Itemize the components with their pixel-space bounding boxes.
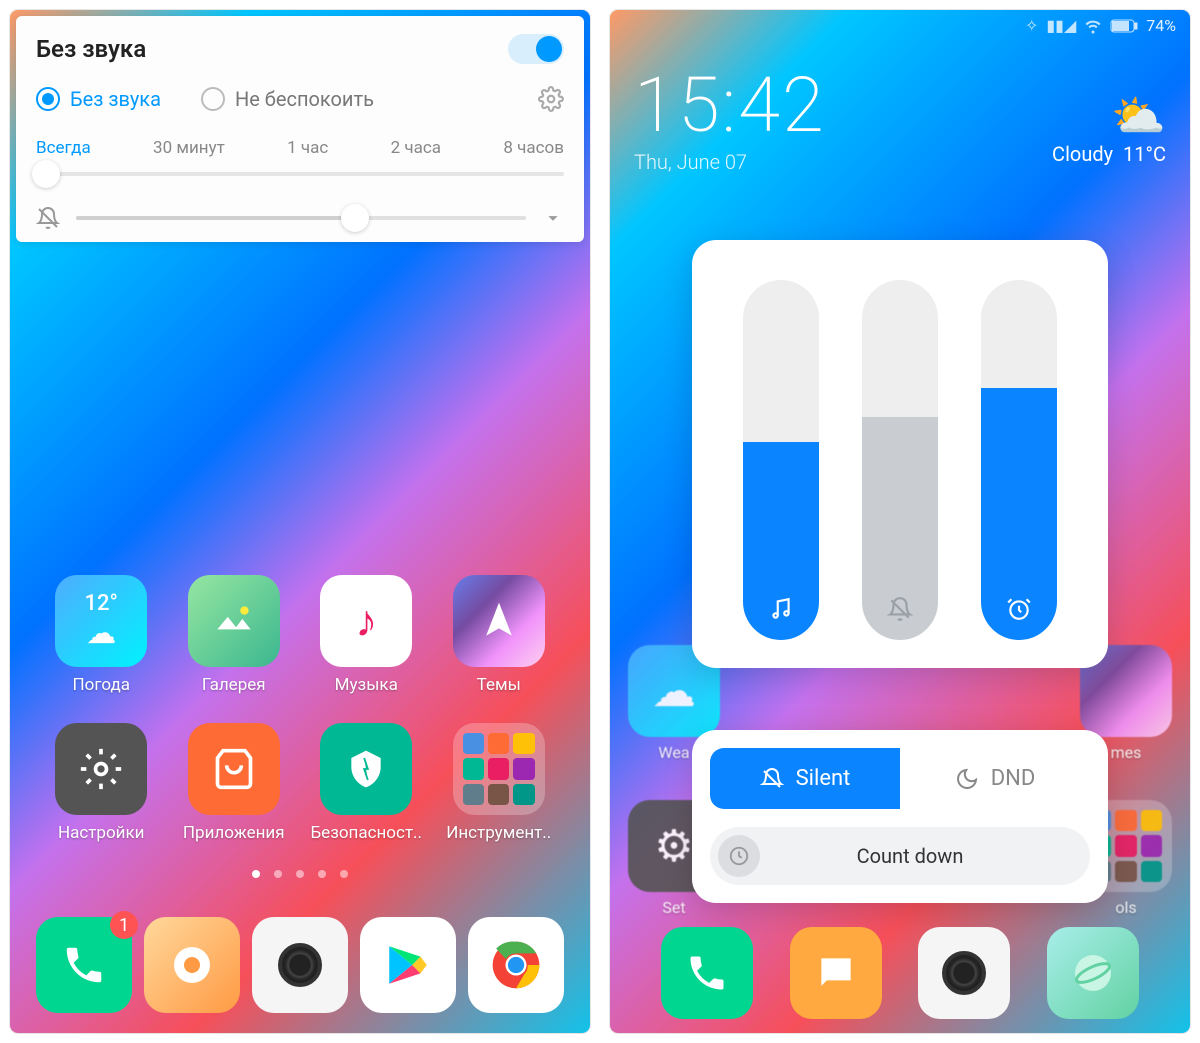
clock-date: Thu, June 07 — [634, 150, 826, 174]
radio-silent[interactable]: Без звука — [36, 87, 161, 111]
alarm-volume-slider[interactable] — [981, 280, 1057, 640]
app-music[interactable]: ♪ Музыка — [305, 575, 428, 695]
weather-icon: 12° ☁ — [55, 575, 147, 667]
alarm-icon — [1006, 596, 1032, 622]
duration-always[interactable]: Всегда — [36, 138, 91, 158]
dock-phone[interactable]: 1 — [36, 917, 132, 1013]
duration-1h[interactable]: 1 час — [287, 138, 328, 158]
music-note-icon — [768, 596, 794, 622]
weather-text: Cloudy 11°C — [1052, 142, 1166, 166]
dock-playstore[interactable] — [360, 917, 456, 1013]
weather-temp: 12° — [85, 591, 118, 616]
app-security[interactable]: Безопасност.. — [305, 723, 428, 843]
duration-thumb[interactable] — [32, 160, 60, 188]
silent-mode-label: Silent — [796, 766, 851, 791]
dock-r-messages[interactable] — [790, 927, 882, 1019]
themes-icon — [453, 575, 545, 667]
duration-row: Всегда 30 минут 1 час 2 часа 8 часов — [36, 138, 564, 158]
app-themes-label: Темы — [477, 675, 521, 695]
app-music-label: Музыка — [335, 675, 398, 695]
duration-2h[interactable]: 2 часа — [391, 138, 441, 158]
dock-r-camera[interactable] — [918, 927, 1010, 1019]
phone-left: Без звука Без звука Не беспокоить Всегда… — [10, 10, 590, 1033]
app-gallery-label: Галерея — [202, 675, 266, 695]
status-bar: ✧ ▮▮◢ 74% — [1025, 16, 1176, 35]
page-indicator — [252, 870, 348, 878]
dnd-mode-button[interactable]: DND — [900, 748, 1090, 809]
app-weather[interactable]: 12° ☁ Погода — [40, 575, 163, 695]
radio-silent-label: Без звука — [70, 87, 161, 111]
gear-icon[interactable] — [538, 86, 564, 112]
chevron-down-icon[interactable] — [542, 207, 564, 229]
settings-icon — [55, 723, 147, 815]
dock-chrome[interactable] — [468, 917, 564, 1013]
dock-right — [610, 927, 1190, 1019]
volume-card — [692, 240, 1108, 668]
clock-time: 15:42 — [634, 60, 826, 150]
countdown-button[interactable]: Count down — [710, 827, 1090, 885]
wifi-icon — [1084, 17, 1102, 35]
volume-slider[interactable] — [76, 216, 526, 220]
app-store-label: Приложения — [183, 823, 285, 843]
app-themes[interactable]: Темы — [438, 575, 561, 695]
app-tools[interactable]: Инструмент.. — [438, 723, 561, 843]
signal-icon: ▮▮◢ — [1046, 16, 1076, 35]
bell-off-icon — [36, 206, 60, 230]
app-settings[interactable]: Настройки — [40, 723, 163, 843]
silent-toggle[interactable] — [508, 34, 564, 64]
volume-thumb[interactable] — [341, 204, 369, 232]
gallery-icon — [188, 575, 280, 667]
phone-right: ✧ ▮▮◢ 74% 15:42 Thu, June 07 ⛅ Cloudy 11… — [610, 10, 1190, 1033]
dock-r-phone[interactable] — [661, 927, 753, 1019]
radio-dnd[interactable]: Не беспокоить — [201, 87, 374, 111]
battery-pct: 74% — [1146, 16, 1176, 35]
battery-icon — [1110, 19, 1138, 33]
duration-slider[interactable] — [36, 172, 564, 176]
clock-widget[interactable]: 15:42 Thu, June 07 — [634, 60, 826, 174]
app-gallery[interactable]: Галерея — [173, 575, 296, 695]
tools-folder-icon — [453, 723, 545, 815]
app-weather-label: Погода — [73, 675, 130, 695]
silent-panel: Без звука Без звука Не беспокоить Всегда… — [16, 16, 584, 242]
security-icon — [320, 723, 412, 815]
countdown-label: Count down — [738, 844, 1082, 868]
dnd-mode-label: DND — [991, 766, 1036, 791]
vibrate-icon: ✧ — [1025, 16, 1038, 35]
store-icon — [188, 723, 280, 815]
dock-messages[interactable] — [144, 917, 240, 1013]
silent-title: Без звука — [36, 35, 146, 63]
ring-volume-slider[interactable] — [862, 280, 938, 640]
dock: 1 — [10, 917, 590, 1013]
app-grid: 12° ☁ Погода Галерея ♪ Музыка Темы Настр — [10, 575, 590, 843]
silent-mode-button[interactable]: Silent — [710, 748, 900, 809]
app-settings-label: Настройки — [58, 823, 145, 843]
media-volume-slider[interactable] — [743, 280, 819, 640]
app-tools-label: Инструмент.. — [446, 823, 551, 843]
app-store[interactable]: Приложения — [173, 723, 296, 843]
duration-30m[interactable]: 30 минут — [153, 138, 225, 158]
music-icon: ♪ — [320, 575, 412, 667]
radio-dnd-label: Не беспокоить — [235, 87, 374, 111]
dock-camera[interactable] — [252, 917, 348, 1013]
weather-cloud-icon: ⛅ — [1052, 90, 1166, 142]
dock-r-browser[interactable] — [1047, 927, 1139, 1019]
app-security-label: Безопасност.. — [310, 823, 422, 843]
bell-mute-icon — [887, 596, 913, 622]
weather-widget[interactable]: ⛅ Cloudy 11°C — [1052, 90, 1166, 166]
duration-8h[interactable]: 8 часов — [503, 138, 564, 158]
mode-card: Silent DND Count down — [692, 730, 1108, 903]
phone-badge: 1 — [110, 911, 138, 939]
